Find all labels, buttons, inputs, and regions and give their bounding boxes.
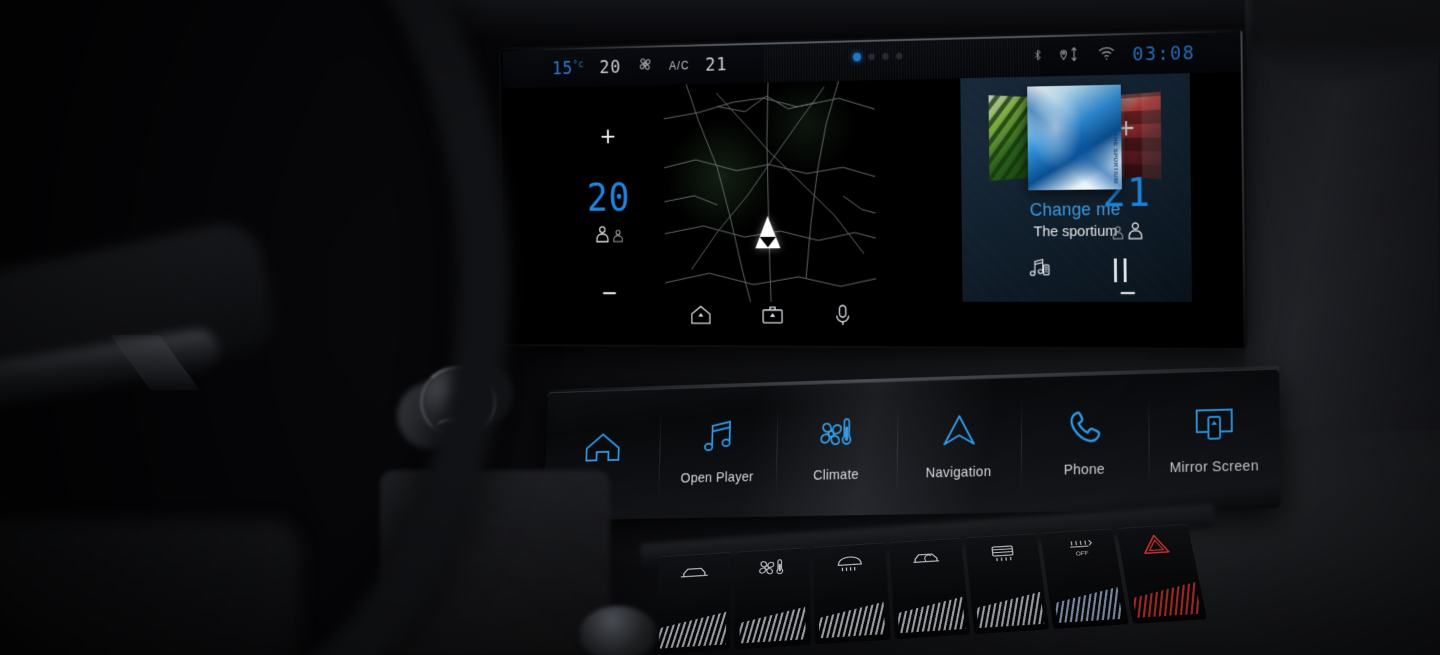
map-quick-actions [665,296,876,338]
music-library-icon[interactable] [1025,256,1050,284]
wifi-icon [1098,45,1116,66]
vehicle-settings-button[interactable] [653,551,732,655]
navigation-status-icon [1060,45,1081,68]
display-bezel: 15°c 20 A/C 21 03:08 + 20 − THE SPORTIUM… [500,30,1246,349]
touchbar-label-mirror-screen: Mirror Screen [1169,458,1260,477]
touchbar-item-navigation[interactable]: Navigation [896,377,1021,515]
infotainment-display: 15°c 20 A/C 21 03:08 + 20 − THE SPORTIUM… [500,30,1246,349]
temperature-unit: °c [572,59,584,70]
status-driver-temp[interactable]: 20 [599,57,621,78]
touchbar-label-phone: Phone [1063,461,1105,479]
status-passenger-temp[interactable]: 21 [705,54,727,75]
page-dot[interactable] [882,52,889,60]
page-dot[interactable] [896,52,903,60]
steering-wheel-rim-highlight [0,0,505,655]
driver-climate-column: + 20 − [551,85,668,345]
park-assist-off-button[interactable]: OFF [1040,528,1129,629]
console-control-knob[interactable] [580,606,656,655]
voice-command-icon[interactable] [833,303,852,331]
album-cover-blue-active[interactable]: THE SPORTIUM [1027,84,1122,191]
passenger-zone-icon [1111,220,1143,239]
fan-thermometer-icon [816,414,858,458]
button-grille [818,602,885,639]
bluetooth-icon [1032,46,1045,69]
button-grille [897,597,965,633]
park-sensor-off-icon: OFF [1063,536,1096,561]
driver-temp-decrease-button[interactable]: − [602,278,618,309]
driver-temp-increase-button[interactable]: + [600,121,616,152]
album-cover-label: THE SPORTIUM [1111,132,1118,184]
touchbar-item-open-player[interactable]: Open Player [658,385,778,519]
exterior-temperature: 15°c [551,58,584,80]
button-grille [1131,582,1202,618]
ac-label[interactable]: A/C [669,59,689,73]
driver-zone-icon [595,224,624,242]
home-icon [582,428,622,470]
infotainment-scene: 15°c 20 A/C 21 03:08 + 20 − THE SPORTIUM… [0,0,1440,655]
hazard-triangle-icon [1139,531,1171,556]
lower-touch-bar: Open Player Climate Navigation Phone Mir… [543,365,1281,521]
button-grille [975,592,1044,628]
page-indicator[interactable] [852,52,903,62]
music-note-icon [700,418,736,461]
climate-button[interactable] [734,547,811,650]
touchbar-label-navigation: Navigation [925,464,992,482]
status-bar-texture [764,37,1042,83]
touchbar-label-open-player: Open Player [680,469,754,487]
passenger-temp-decrease-button[interactable]: − [1119,277,1136,310]
page-dot-active[interactable] [852,52,862,62]
front-defrost-button[interactable] [812,542,891,645]
button-grille [1053,587,1123,623]
page-dot[interactable] [868,53,875,61]
air-recirculation-button[interactable] [888,537,971,640]
rear-defrost-icon [989,541,1018,566]
recirculation-icon [910,545,943,570]
display-surface: 15°c 20 A/C 21 03:08 + 20 − THE SPORTIUM… [502,32,1244,347]
rear-defrost-button[interactable] [964,533,1050,635]
home-destination-icon[interactable] [690,304,713,331]
touchbar-label-climate: Climate [812,467,860,484]
touchbar-item-mirror-screen[interactable]: Mirror Screen [1148,369,1280,511]
fan-thermometer-icon [756,555,788,580]
touchbar-item-phone[interactable]: Phone [1021,373,1149,513]
mirror-screen-icon [1192,404,1235,450]
driver-temp-value: 20 [586,176,631,220]
car-icon [679,560,710,586]
touchbar-item-climate[interactable]: Climate [775,381,898,517]
navigation-arrow-icon [939,411,978,455]
clock: 03:08 [1132,42,1196,66]
fan-icon[interactable] [637,55,654,78]
current-position-marker [755,215,781,249]
map-roads [663,80,876,302]
button-grille [659,612,727,649]
front-defrost-icon [834,550,865,575]
work-destination-icon[interactable] [761,304,784,331]
phone-handset-icon [1065,407,1103,452]
button-grille [739,607,806,644]
svg-text:OFF: OFF [1075,551,1089,557]
navigation-map[interactable] [663,80,877,302]
